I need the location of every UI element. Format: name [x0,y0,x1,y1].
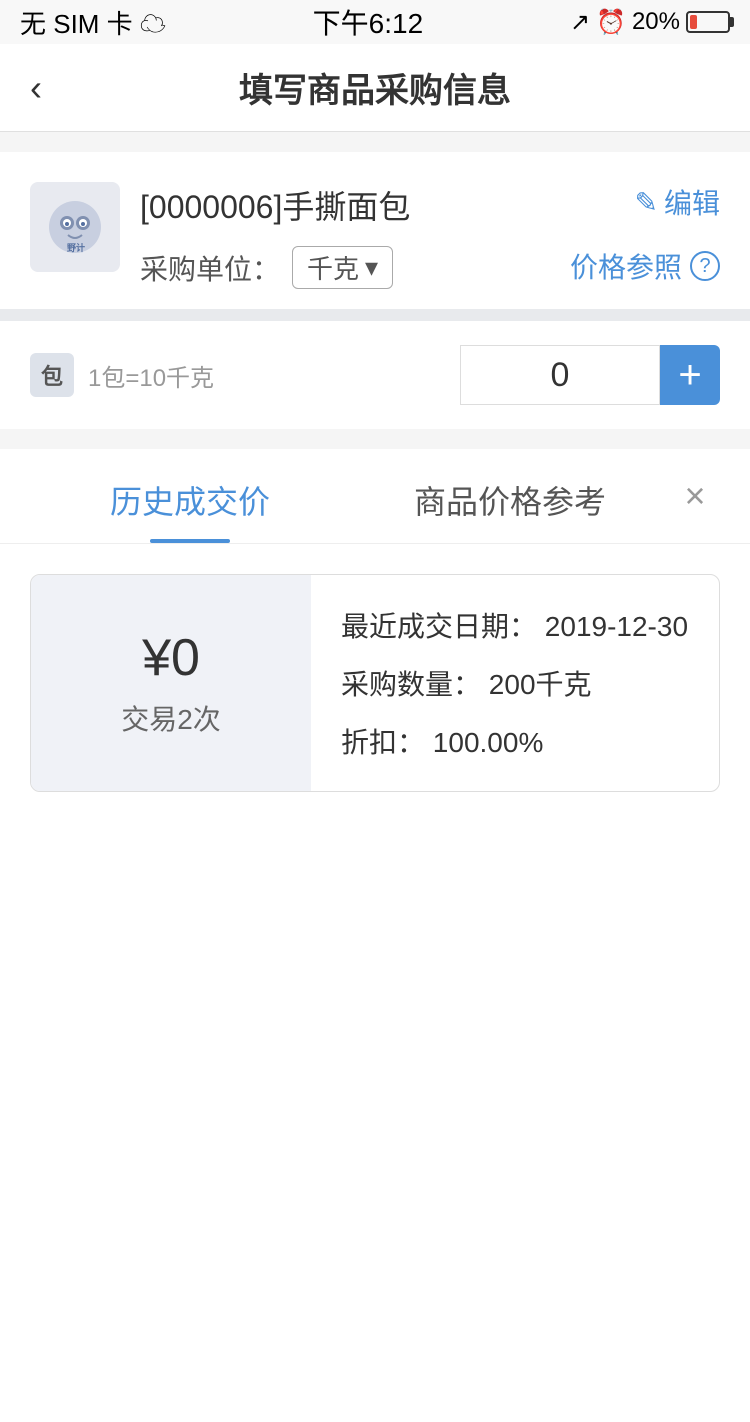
product-info: [0000006]手撕面包 采购单位： 千克 ▾ [140,182,410,289]
purchase-qty-value: 200千克 [489,669,592,700]
product-left: 野计 [0000006]手撕面包 采购单位： 千克 ▾ [30,182,410,289]
transaction-count: 交易2次 [121,698,221,738]
info-icon: ? [690,251,720,281]
page-title: 填写商品采购信息 [239,63,511,112]
purchase-qty-label: 采购数量： [341,669,481,700]
tab-price-ref[interactable]: 商品价格参考 [350,449,670,543]
unit-label: 采购单位： [140,248,280,288]
tab-price-ref-label: 商品价格参考 [414,484,606,520]
quantity-conversion: 1包=10千克 [88,358,214,393]
quantity-plus-button[interactable]: + [660,345,720,405]
quantity-row: 包 1包=10千克 + [0,321,750,429]
section-divider [0,309,750,321]
location-icon: ↗ [570,8,590,37]
tab-section: 历史成交价 商品价格参考 × ¥0 交易2次 最近成交日期： 2019-12-3… [0,449,750,822]
main-background [0,822,750,1422]
edit-button[interactable]: ✎ 编辑 [635,182,720,222]
quantity-icon: 包 [30,353,74,397]
unit-value: 千克 [307,249,359,286]
battery-icon [686,11,730,33]
product-unit-row: 采购单位： 千克 ▾ [140,246,410,289]
quantity-controls: + [460,345,720,405]
nav-bar: ‹ 填写商品采购信息 [0,44,750,132]
recent-date-label: 最近成交日期： [341,611,537,642]
unit-selector[interactable]: 千克 ▾ [292,246,393,289]
edit-icon: ✎ [635,186,658,219]
discount-value: 100.00% [433,727,544,758]
status-time: 下午6:12 [313,2,424,42]
quantity-label: 包 1包=10千克 [30,353,214,397]
back-button[interactable]: ‹ [0,67,72,109]
recent-date-row: 最近成交日期： 2019-12-30 [341,605,689,645]
history-price-section: ¥0 交易2次 [31,575,311,791]
edit-label: 编辑 [664,182,720,222]
product-thumbnail: 野计 [30,182,120,272]
recent-date-value: 2019-12-30 [545,611,688,642]
battery-fill [690,15,697,29]
product-name: [0000006]手撕面包 [140,182,410,228]
alarm-icon: ⏰ [596,8,626,37]
discount-label: 折扣： [341,727,425,758]
history-detail-section: 最近成交日期： 2019-12-30 采购数量： 200千克 折扣： 100.0… [311,575,719,791]
product-header: 野计 [0000006]手撕面包 采购单位： 千克 ▾ ✎ 编辑 [30,182,720,289]
sim-wifi-text: 无 SIM 卡 ☁ [20,4,166,41]
history-card: ¥0 交易2次 最近成交日期： 2019-12-30 采购数量： 200千克 折… [30,574,720,792]
history-price-value: ¥0 [142,628,200,688]
battery-percent: 20% [632,8,680,36]
tab-history-price[interactable]: 历史成交价 [30,449,350,543]
price-number: 0 [171,629,200,687]
price-ref-label: 价格参照 [570,246,682,286]
svg-text:野计: 野计 [67,242,85,253]
status-left: 无 SIM 卡 ☁ [20,4,166,41]
currency-symbol: ¥ [142,629,171,687]
tab-history-label: 历史成交价 [110,484,270,520]
tab-header: 历史成交价 商品价格参考 × [0,449,750,544]
status-bar: 无 SIM 卡 ☁ 下午6:12 ↗ ⏰ 20% [0,0,750,44]
product-card: 野计 [0000006]手撕面包 采购单位： 千克 ▾ ✎ 编辑 [0,152,750,309]
product-logo-svg: 野计 [45,197,105,257]
history-content: ¥0 交易2次 最近成交日期： 2019-12-30 采购数量： 200千克 折… [0,544,750,822]
quantity-input[interactable] [460,345,660,405]
dropdown-icon: ▾ [365,252,378,283]
price-ref-button[interactable]: 价格参照 ? [570,246,720,286]
status-right: ↗ ⏰ 20% [570,8,730,37]
purchase-qty-row: 采购数量： 200千克 [341,663,689,703]
tab-close-button[interactable]: × [670,471,720,521]
discount-row: 折扣： 100.00% [341,721,689,761]
product-right: ✎ 编辑 价格参照 ? [570,182,720,286]
